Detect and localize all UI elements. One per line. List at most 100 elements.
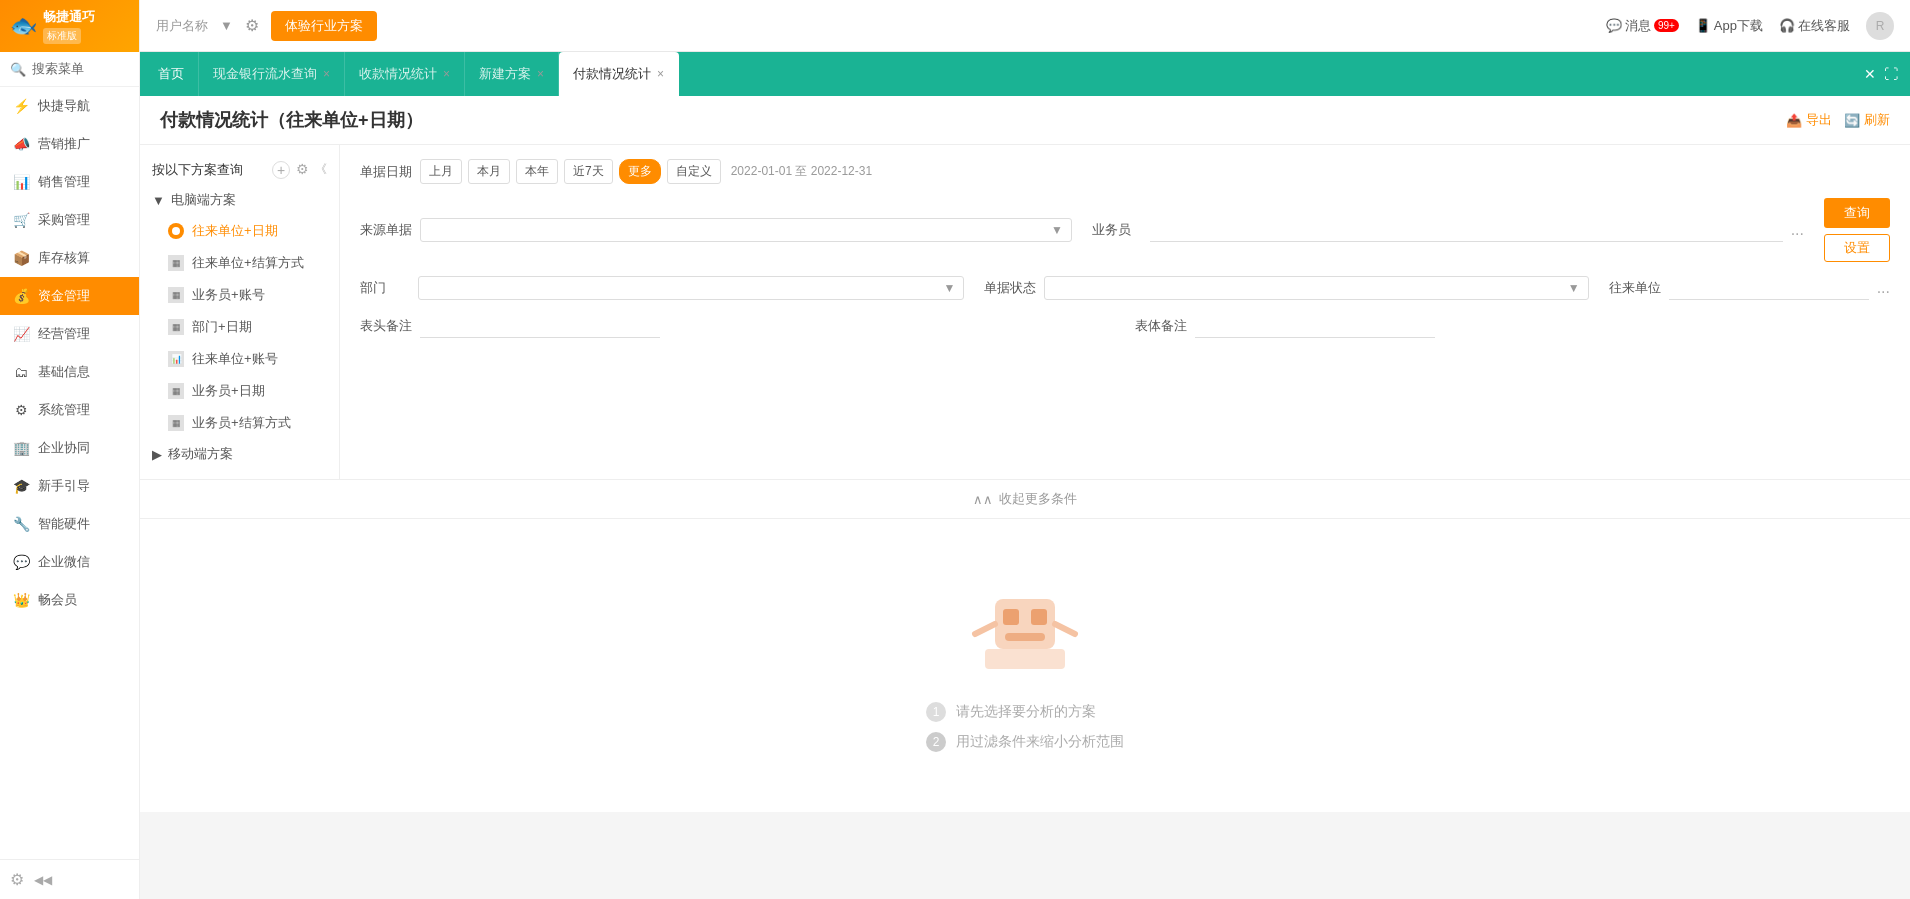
- app-icon: 📱: [1695, 18, 1711, 33]
- scheme-add-icon[interactable]: +: [272, 161, 290, 179]
- expand-icon[interactable]: ⛶: [1884, 66, 1898, 82]
- body-note-input[interactable]: [1195, 314, 1435, 338]
- tab-bank-close[interactable]: ×: [323, 67, 330, 81]
- trial-button[interactable]: 体验行业方案: [271, 11, 377, 41]
- export-btn[interactable]: 📤 导出: [1786, 111, 1832, 129]
- empty-tips: 1 请先选择要分析的方案 2 用过滤条件来缩小分析范围: [926, 702, 1124, 752]
- app-download-btn[interactable]: 📱 App下载: [1695, 17, 1763, 35]
- sidebar-item-label: 快捷导航: [38, 97, 90, 115]
- source-select[interactable]: ▼: [420, 218, 1072, 242]
- topbar-gear-icon[interactable]: ⚙: [245, 16, 259, 35]
- tab-new-close[interactable]: ×: [537, 67, 544, 81]
- sidebar-item-shortcut[interactable]: ⚡ 快捷导航: [0, 87, 139, 125]
- filter-form: 单据日期 上月 本月 本年 近7天 更多 自定义 2022-01-01 至 20…: [340, 145, 1910, 479]
- dept-select[interactable]: ▼: [418, 276, 964, 300]
- date-btn-custom[interactable]: 自定义: [667, 159, 721, 184]
- scheme-desktop-group-header[interactable]: ▼ 电脑端方案: [140, 185, 339, 215]
- search-menu[interactable]: 🔍 搜索菜单: [0, 52, 139, 87]
- collapse-sidebar-icon[interactable]: ◀◀: [34, 873, 52, 887]
- logo-text: 畅捷通巧: [43, 8, 95, 26]
- scheme-item-unit-date[interactable]: 往来单位+日期: [140, 215, 339, 247]
- sidebar-item-inventory[interactable]: 📦 库存核算: [0, 239, 139, 277]
- scheme-item-staff-account[interactable]: ▦ 业务员+账号: [140, 279, 339, 311]
- refresh-btn[interactable]: 🔄 刷新: [1844, 111, 1890, 129]
- hardware-icon: 🔧: [12, 515, 30, 533]
- sidebar-item-wechat[interactable]: 💬 企业微信: [0, 543, 139, 581]
- tab-payment-close[interactable]: ×: [657, 67, 664, 81]
- scheme-item-staff-settle[interactable]: ▦ 业务员+结算方式: [140, 407, 339, 439]
- sidebar-item-guide[interactable]: 🎓 新手引导: [0, 467, 139, 505]
- partner-more-icon[interactable]: ...: [1877, 279, 1890, 297]
- scheme-collapse-icon[interactable]: 《: [315, 161, 327, 179]
- partner-input[interactable]: [1669, 276, 1869, 300]
- service-icon: 🎧: [1779, 18, 1795, 33]
- message-icon: 💬: [1606, 18, 1622, 33]
- header-note-input[interactable]: [420, 314, 660, 338]
- tab-new[interactable]: 新建方案 ×: [465, 52, 559, 96]
- staff-more-icon[interactable]: ...: [1791, 221, 1804, 239]
- partner-field: 往来单位 ...: [1609, 276, 1890, 300]
- query-button[interactable]: 查询: [1824, 198, 1890, 228]
- scheme-settings-icon[interactable]: ⚙: [296, 161, 309, 179]
- sidebar: 🐟 畅捷通巧 标准版 🔍 搜索菜单 ⚡ 快捷导航 📣 营销推广 📊 销售管理 🛒…: [0, 0, 140, 899]
- filter-row-4: 表头备注 表体备注: [360, 314, 1890, 338]
- svg-point-0: [172, 227, 180, 235]
- sidebar-header: 🐟 畅捷通巧 标准版: [0, 0, 139, 52]
- scheme-item-staff-date[interactable]: ▦ 业务员+日期: [140, 375, 339, 407]
- date-btn-last-month[interactable]: 上月: [420, 159, 462, 184]
- topbar-arrow-icon[interactable]: ▼: [220, 18, 233, 33]
- sidebar-item-purchase[interactable]: 🛒 采购管理: [0, 201, 139, 239]
- sidebar-item-operation[interactable]: 📈 经营管理: [0, 315, 139, 353]
- tab-payment-label: 付款情况统计: [573, 65, 651, 83]
- sidebar-item-basic[interactable]: 🗂 基础信息: [0, 353, 139, 391]
- chart-icon: 📊: [168, 351, 184, 367]
- online-service-btn[interactable]: 🎧 在线客服: [1779, 17, 1850, 35]
- topbar-actions: 💬 消息 99+ 📱 App下载 🎧 在线客服 R: [1606, 12, 1894, 40]
- refresh-icon: 🔄: [1844, 113, 1860, 128]
- search-icon: 🔍: [10, 62, 26, 77]
- collapse-conditions-btn[interactable]: ∧∧ 收起更多条件: [973, 490, 1077, 508]
- tab-receipt-close[interactable]: ×: [443, 67, 450, 81]
- tab-home[interactable]: 首页: [144, 52, 199, 96]
- svg-rect-7: [985, 649, 1065, 669]
- sales-icon: 📊: [12, 173, 30, 191]
- scheme-item-dept-date[interactable]: ▦ 部门+日期: [140, 311, 339, 343]
- voucher-status-select[interactable]: ▼: [1044, 276, 1588, 300]
- settings-icon[interactable]: ⚙: [10, 870, 24, 889]
- scheme-panel-title: 按以下方案查询: [152, 161, 243, 179]
- dept-arrow-icon: ▼: [943, 281, 955, 295]
- messages-btn[interactable]: 💬 消息 99+: [1606, 17, 1679, 35]
- sidebar-item-finance[interactable]: 💰 资金管理: [0, 277, 139, 315]
- date-btn-this-month[interactable]: 本月: [468, 159, 510, 184]
- sidebar-item-marketing[interactable]: 📣 营销推广: [0, 125, 139, 163]
- scheme-item-unit-settle[interactable]: ▦ 往来单位+结算方式: [140, 247, 339, 279]
- filter-actions: 查询 设置: [1824, 198, 1890, 262]
- sidebar-item-sales[interactable]: 📊 销售管理: [0, 163, 139, 201]
- sidebar-item-system[interactable]: ⚙ 系统管理: [0, 391, 139, 429]
- scheme-mobile-group[interactable]: ▶ 移动端方案: [140, 439, 339, 469]
- search-menu-label: 搜索菜单: [32, 60, 84, 78]
- sidebar-item-company[interactable]: 🏢 企业协同: [0, 429, 139, 467]
- tab-payment[interactable]: 付款情况统计 ×: [559, 52, 679, 96]
- sidebar-item-label: 智能硬件: [38, 515, 90, 533]
- date-btn-this-year[interactable]: 本年: [516, 159, 558, 184]
- staff-input[interactable]: [1150, 218, 1783, 242]
- tip-text-1: 请先选择要分析的方案: [956, 703, 1096, 721]
- tab-bank[interactable]: 现金银行流水查询 ×: [199, 52, 345, 96]
- voucher-status-field: 单据状态 ▼: [984, 276, 1588, 300]
- close-tab-icon[interactable]: ✕: [1864, 66, 1876, 82]
- chevron-up-icon: ∧∧: [973, 492, 993, 507]
- scheme-item-unit-account[interactable]: 📊 往来单位+账号: [140, 343, 339, 375]
- tab-receipt[interactable]: 收款情况统计 ×: [345, 52, 465, 96]
- purchase-icon: 🛒: [12, 211, 30, 229]
- sidebar-item-label: 畅会员: [38, 591, 77, 609]
- sidebar-item-hardware[interactable]: 🔧 智能硬件: [0, 505, 139, 543]
- staff-field: 业务员 ...: [1092, 218, 1804, 242]
- sidebar-item-label: 采购管理: [38, 211, 90, 229]
- tabs-controls: ✕ ⛶: [1864, 66, 1910, 82]
- user-avatar[interactable]: R: [1866, 12, 1894, 40]
- sidebar-item-member[interactable]: 👑 畅会员: [0, 581, 139, 619]
- date-btn-more[interactable]: 更多: [619, 159, 661, 184]
- settings-button[interactable]: 设置: [1824, 234, 1890, 262]
- date-btn-7days[interactable]: 近7天: [564, 159, 613, 184]
